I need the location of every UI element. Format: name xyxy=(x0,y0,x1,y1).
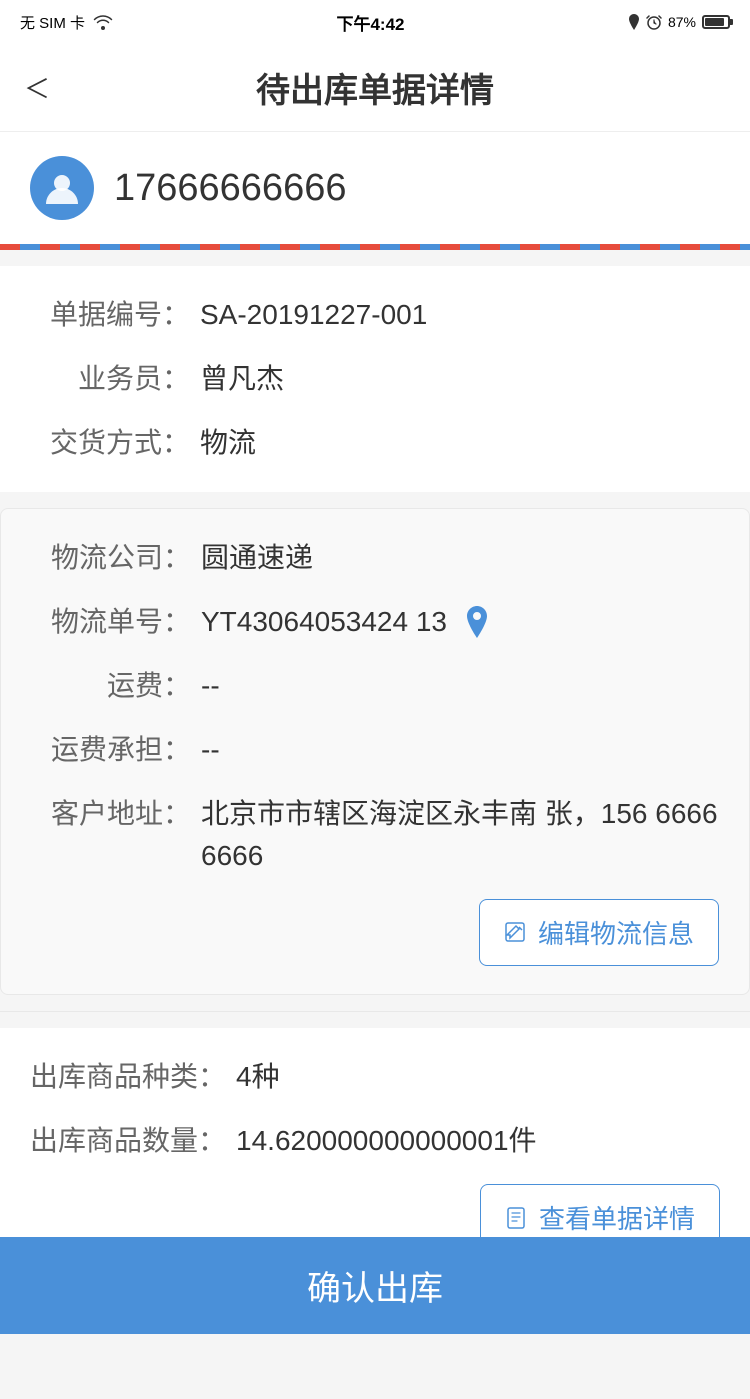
status-left: 无 SIM 卡 xyxy=(20,12,113,33)
freight-value: -- xyxy=(191,665,719,707)
status-bar: 无 SIM 卡 下午4:42 87% xyxy=(0,0,750,44)
doc-no-label: 单据编号： xyxy=(30,294,190,336)
avatar-icon xyxy=(42,168,82,208)
page-title: 待出库单据详情 xyxy=(256,63,494,112)
salesman-value: 曾凡杰 xyxy=(190,358,720,400)
delivery-row: 交货方式： 物流 xyxy=(30,422,720,464)
edit-logistics-row: 编辑物流信息 xyxy=(31,899,719,966)
divider xyxy=(0,1011,750,1012)
status-right: 87% xyxy=(628,14,730,30)
wifi-icon xyxy=(93,14,113,30)
freight-row: 运费： -- xyxy=(31,665,719,707)
goods-types-value: 4种 xyxy=(226,1056,720,1098)
salesman-label: 业务员： xyxy=(30,358,190,400)
address-row: 客户地址： 北京市市辖区海淀区永丰南 张，156 6666 6666 xyxy=(31,793,719,877)
tracking-row: 物流单号： YT43064053424 13 xyxy=(31,601,719,643)
edit-icon xyxy=(504,921,528,945)
doc-no-row: 单据编号： SA-20191227-001 xyxy=(30,294,720,336)
logistics-company-label: 物流公司： xyxy=(31,537,191,579)
address-value: 北京市市辖区海淀区永丰南 张，156 6666 6666 xyxy=(191,793,719,877)
location-icon xyxy=(628,14,640,30)
logistics-section: 物流公司： 圆通速递 物流单号： YT43064053424 13 运费： --… xyxy=(0,508,750,995)
goods-quantity-row: 出库商品数量： 14.620000000000001件 xyxy=(30,1120,720,1162)
doc-info-section: 单据编号： SA-20191227-001 业务员： 曾凡杰 交货方式： 物流 xyxy=(0,266,750,492)
battery-icon xyxy=(702,15,730,29)
map-pin-icon xyxy=(463,606,491,638)
freight-label: 运费： xyxy=(31,665,191,707)
user-phone: 17666666666 xyxy=(114,167,346,210)
goods-types-row: 出库商品种类： 4种 xyxy=(30,1056,720,1098)
dashed-separator xyxy=(0,244,750,250)
logistics-company-value: 圆通速递 xyxy=(191,537,719,579)
salesman-row: 业务员： 曾凡杰 xyxy=(30,358,720,400)
address-label: 客户地址： xyxy=(31,793,191,835)
tracking-number: YT43064053424 13 xyxy=(201,601,447,643)
goods-quantity-value: 14.620000000000001件 xyxy=(226,1120,720,1162)
tracking-label: 物流单号： xyxy=(31,601,191,643)
doc-no-value: SA-20191227-001 xyxy=(190,294,720,336)
freight-bear-value: -- xyxy=(191,729,719,771)
confirm-footer: 确认出库 xyxy=(0,1237,750,1334)
battery-percent: 87% xyxy=(668,14,696,30)
delivery-label: 交货方式： xyxy=(30,422,190,464)
status-time: 下午4:42 xyxy=(336,10,404,35)
carrier-label: 无 SIM 卡 xyxy=(20,12,85,33)
nav-bar: ＜ 待出库单据详情 xyxy=(0,44,750,132)
alarm-icon xyxy=(646,14,662,30)
doc-detail-icon xyxy=(505,1206,529,1230)
confirm-button[interactable]: 确认出库 xyxy=(307,1270,443,1308)
goods-quantity-label: 出库商品数量： xyxy=(30,1120,226,1162)
freight-bear-label: 运费承担： xyxy=(31,729,191,771)
user-avatar xyxy=(30,156,94,220)
view-detail-label: 查看单据详情 xyxy=(539,1199,695,1236)
back-button[interactable]: ＜ xyxy=(24,69,50,106)
edit-logistics-label: 编辑物流信息 xyxy=(538,914,694,951)
tracking-value: YT43064053424 13 xyxy=(191,601,719,643)
freight-bear-row: 运费承担： -- xyxy=(31,729,719,771)
location-pin-button[interactable] xyxy=(459,604,495,640)
goods-types-label: 出库商品种类： xyxy=(30,1056,226,1098)
edit-logistics-button[interactable]: 编辑物流信息 xyxy=(479,899,719,966)
logistics-company-row: 物流公司： 圆通速递 xyxy=(31,537,719,579)
delivery-value: 物流 xyxy=(190,422,720,464)
user-header: 17666666666 xyxy=(0,132,750,244)
